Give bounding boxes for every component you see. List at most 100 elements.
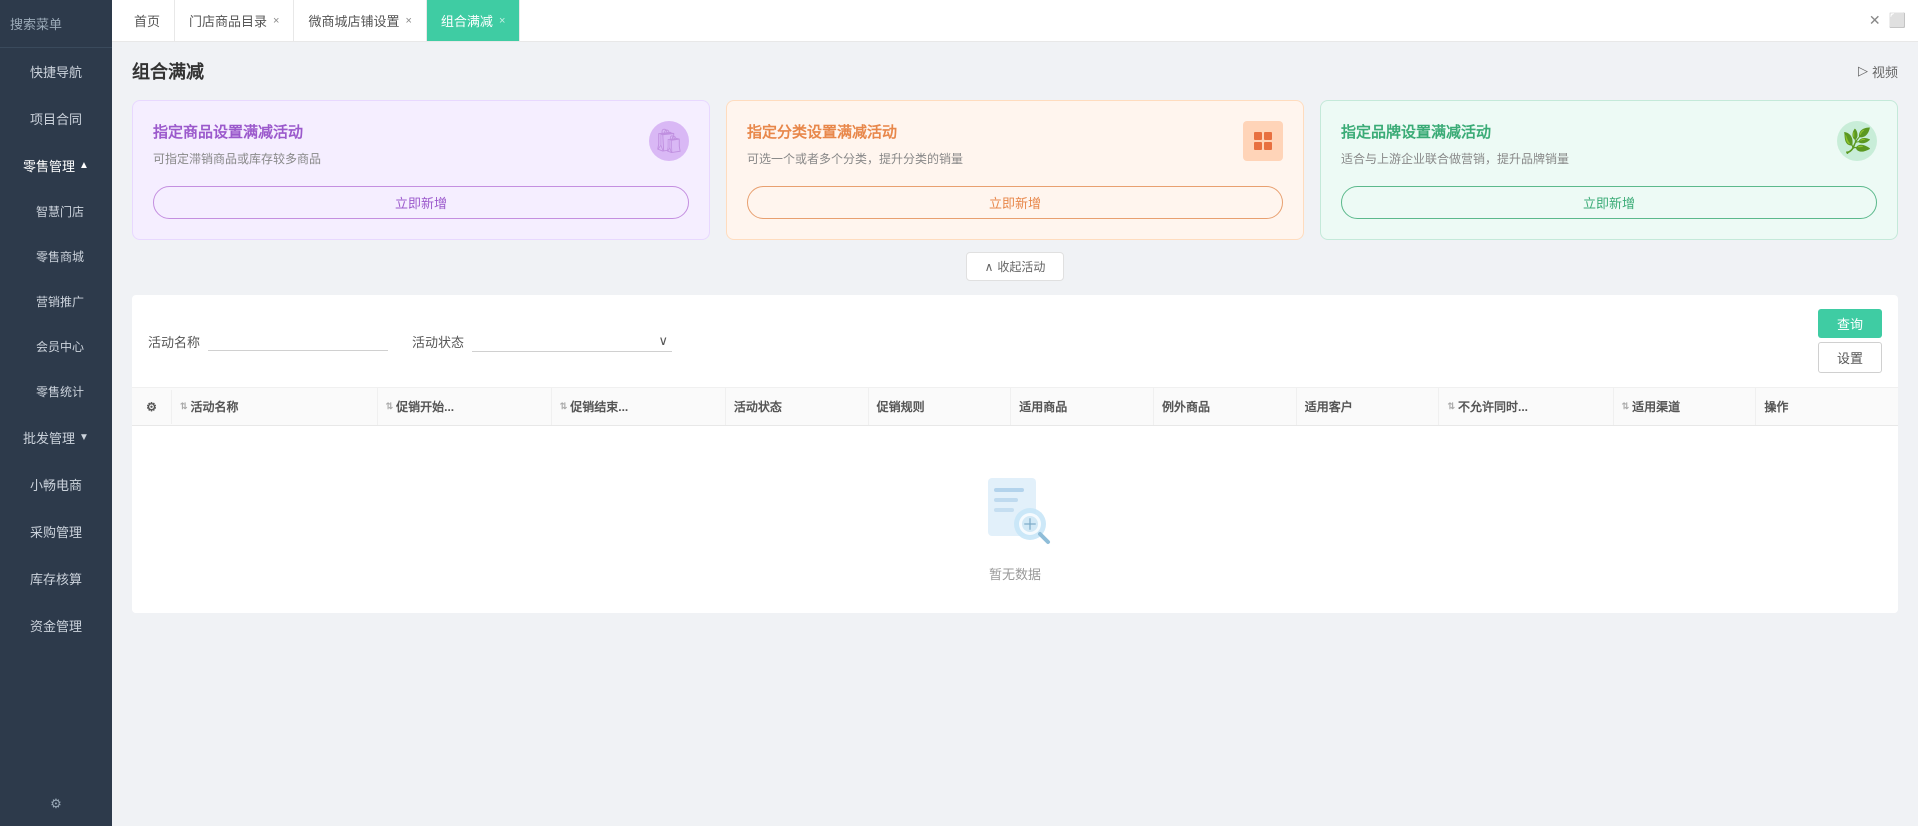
product-card-desc: 可指定滞销商品或库存较多商品 — [153, 150, 689, 174]
th-rule: 促销规则 — [869, 388, 1012, 425]
collapse-activities-button[interactable]: ∧ 收起活动 — [966, 252, 1065, 281]
sidebar-item-member-center[interactable]: 会员中心 — [0, 324, 112, 369]
query-button[interactable]: 查询 — [1818, 309, 1882, 338]
brand-card-add-button[interactable]: 立即新增 — [1341, 186, 1877, 219]
collapse-up-icon: ∧ — [985, 260, 994, 274]
sort-icon: ⇅ — [560, 401, 568, 412]
sidebar-item-inventory[interactable]: 库存核算 — [0, 555, 112, 602]
page-title: 组合满减 — [132, 58, 204, 84]
th-start-label: 促销开始... — [396, 398, 454, 415]
bag-icon: 🛍 — [649, 121, 689, 161]
chevron-down-icon: ▼ — [79, 432, 89, 443]
th-channel[interactable]: ⇅ 适用渠道 — [1614, 388, 1757, 425]
tab-wechat-settings[interactable]: 微商城店铺设置 × — [294, 0, 426, 41]
th-start[interactable]: ⇅ 促销开始... — [378, 388, 552, 425]
sidebar-item-retail-stats[interactable]: 零售统计 — [0, 369, 112, 414]
chevron-down-icon: ∨ — [659, 333, 669, 349]
sidebar-item-purchase-mgmt[interactable]: 采购管理 — [0, 508, 112, 555]
sort-icon: ⇅ — [386, 401, 394, 412]
sidebar-item-smart-store[interactable]: 智慧门店 — [0, 189, 112, 234]
tab-home[interactable]: 首页 — [120, 0, 175, 41]
sidebar-item-label: 小畅电商 — [30, 475, 82, 494]
tab-bar: 首页 门店商品目录 × 微商城店铺设置 × 组合满减 × ✕ ⬜ — [112, 0, 1918, 42]
close-window-icon[interactable]: ✕ — [1869, 12, 1881, 29]
chevron-up-icon: ▲ — [79, 160, 89, 171]
sidebar-item-label: 批发管理 — [23, 428, 75, 447]
sidebar-item-label: 营销推广 — [36, 293, 84, 310]
collapse-bar: ∧ 收起活动 — [132, 252, 1898, 281]
sidebar-item-finance[interactable]: 资金管理 — [0, 602, 112, 649]
sidebar-item-label: 采购管理 — [30, 522, 82, 541]
setting-button[interactable]: 设置 — [1818, 342, 1882, 373]
filter-buttons: 查询 设置 — [1818, 309, 1882, 373]
tab-combo-discount[interactable]: 组合满减 × — [427, 0, 520, 41]
sidebar-item-retail-mgmt[interactable]: 零售管理 ▲ — [0, 142, 112, 189]
tab-home-label: 首页 — [134, 11, 160, 30]
maximize-window-icon[interactable]: ⬜ — [1889, 12, 1906, 29]
sidebar-item-label: 零售商城 — [36, 248, 84, 265]
sidebar-item-label: 项目合同 — [30, 109, 82, 128]
filter-row: 活动名称 活动状态 ∨ 查询 设置 — [132, 295, 1898, 387]
category-card-title: 指定分类设置满减活动 — [747, 121, 1283, 142]
close-icon[interactable]: × — [273, 15, 279, 27]
play-icon: ▷ — [1858, 63, 1868, 79]
th-notallow[interactable]: ⇅ 不允许同时... — [1439, 388, 1613, 425]
video-label: 视频 — [1872, 62, 1898, 81]
sidebar-settings-button[interactable]: ⚙ — [0, 782, 112, 826]
sidebar-item-marketing[interactable]: 营销推广 — [0, 279, 112, 324]
page-header: 组合满减 ▷ 视频 — [132, 58, 1898, 84]
sort-icon: ⇅ — [180, 401, 188, 412]
th-name[interactable]: ⇅ 活动名称 — [172, 388, 378, 425]
tab-store-catalog[interactable]: 门店商品目录 × — [175, 0, 294, 41]
th-customer-label: 适用客户 — [1305, 398, 1353, 415]
sidebar-item-project-contract[interactable]: 项目合同 — [0, 95, 112, 142]
leaf-icon: 🌿 — [1837, 121, 1877, 161]
activity-status-select[interactable]: ∨ — [472, 331, 672, 352]
tab-wechat-settings-label: 微商城店铺设置 — [308, 11, 399, 30]
sidebar-item-xiaochange[interactable]: 小畅电商 — [0, 461, 112, 508]
settings-icon: ⚙ — [146, 400, 157, 414]
table-header: ⚙ ⇅ 活动名称 ⇅ 促销开始... ⇅ 促销结束... 活动状态 — [132, 387, 1898, 426]
brand-card-title: 指定品牌设置满减活动 — [1341, 121, 1877, 142]
activity-status-label: 活动状态 — [412, 332, 464, 351]
sidebar-item-label: 零售统计 — [36, 383, 84, 400]
sidebar: 搜索菜单 快捷导航 项目合同 零售管理 ▲ 智慧门店 零售商城 营销推广 会员中… — [0, 0, 112, 826]
activity-name-label: 活动名称 — [148, 332, 200, 351]
product-card-title: 指定商品设置满减活动 — [153, 121, 689, 142]
sort-icon: ⇅ — [1447, 401, 1455, 412]
activity-name-input[interactable] — [208, 331, 388, 351]
th-gear[interactable]: ⚙ — [132, 390, 172, 424]
sidebar-item-wholesale-mgmt[interactable]: 批发管理 ▼ — [0, 414, 112, 461]
th-name-label: 活动名称 — [191, 398, 239, 415]
th-status: 活动状态 — [726, 388, 869, 425]
th-channel-label: 适用渠道 — [1632, 398, 1680, 415]
th-except-label: 例外商品 — [1162, 398, 1210, 415]
th-action: 操作 — [1756, 388, 1898, 425]
th-except: 例外商品 — [1154, 388, 1297, 425]
th-end-label: 促销结束... — [570, 398, 628, 415]
category-card-add-button[interactable]: 立即新增 — [747, 186, 1283, 219]
close-icon[interactable]: × — [499, 15, 505, 27]
product-card-add-button[interactable]: 立即新增 — [153, 186, 689, 219]
sidebar-item-label: 库存核算 — [30, 569, 82, 588]
th-end[interactable]: ⇅ 促销结束... — [552, 388, 726, 425]
sidebar-item-quick-nav[interactable]: 快捷导航 — [0, 48, 112, 95]
th-goods-label: 适用商品 — [1019, 398, 1067, 415]
th-rule-label: 促销规则 — [877, 398, 925, 415]
th-customer: 适用客户 — [1297, 388, 1440, 425]
th-status-label: 活动状态 — [734, 398, 782, 415]
close-icon[interactable]: × — [405, 15, 411, 27]
th-goods: 适用商品 — [1011, 388, 1154, 425]
sidebar-item-label: 资金管理 — [30, 616, 82, 635]
table-wrapper: ⚙ ⇅ 活动名称 ⇅ 促销开始... ⇅ 促销结束... 活动状态 — [132, 387, 1898, 613]
th-action-label: 操作 — [1764, 398, 1788, 415]
tab-combo-discount-label: 组合满减 — [441, 11, 493, 30]
empty-text: 暂无数据 — [989, 564, 1041, 583]
window-controls: ✕ ⬜ — [1869, 12, 1910, 29]
sidebar-item-retail-mall[interactable]: 零售商城 — [0, 234, 112, 279]
product-activity-card: 指定商品设置满减活动 可指定滞销商品或库存较多商品 🛍 立即新增 — [132, 100, 710, 240]
video-link[interactable]: ▷ 视频 — [1858, 62, 1898, 81]
sidebar-search[interactable]: 搜索菜单 — [0, 0, 112, 48]
page-content: 组合满减 ▷ 视频 指定商品设置满减活动 可指定滞销商品或库存较多商品 🛍 立即… — [112, 42, 1918, 826]
brand-activity-card: 指定品牌设置满减活动 适合与上游企业联合做营销，提升品牌销量 🌿 立即新增 — [1320, 100, 1898, 240]
